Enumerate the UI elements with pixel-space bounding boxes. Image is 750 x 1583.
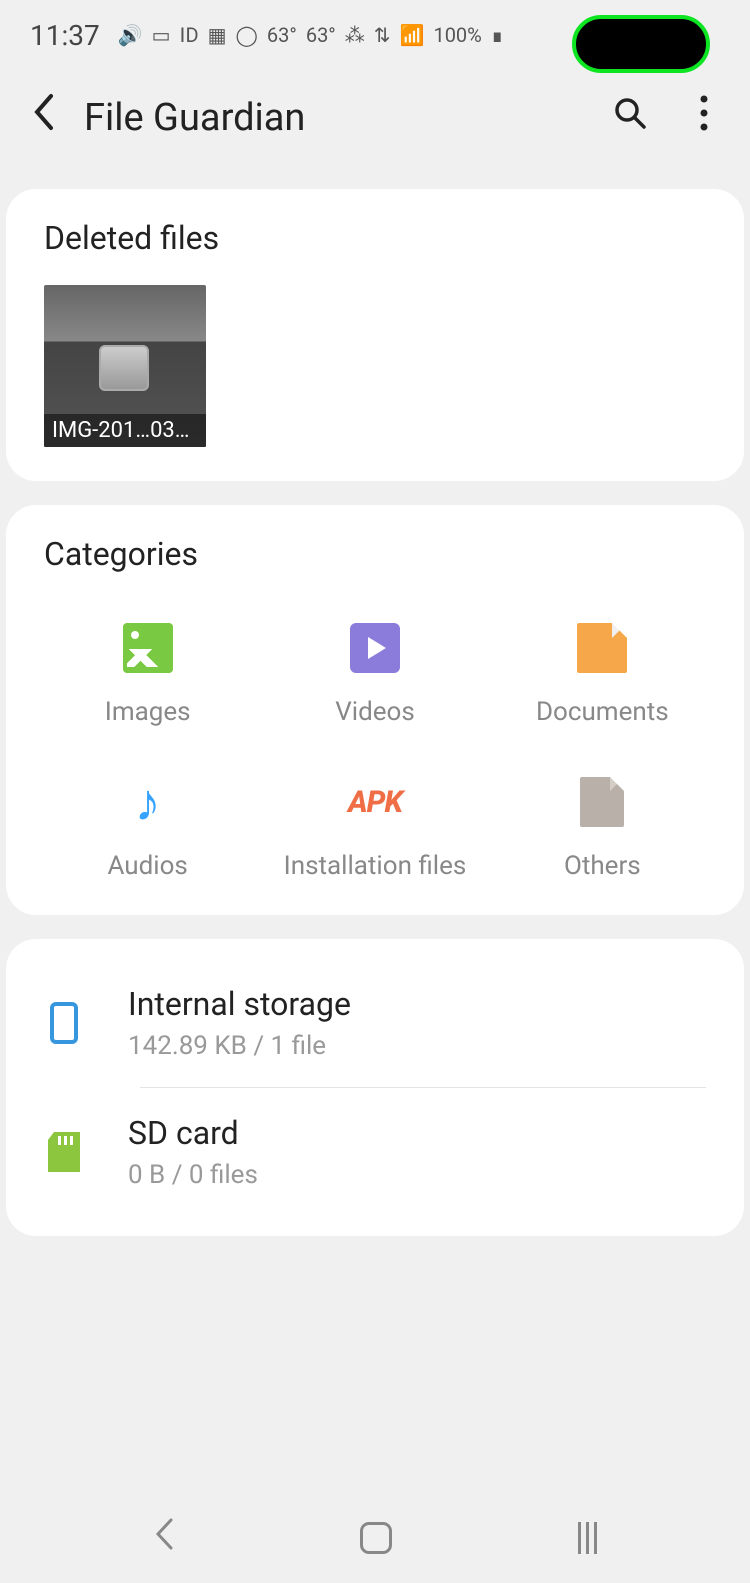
storage-detail: 0 B / 0 files — [128, 1160, 258, 1190]
deleted-thumbnails: IMG-201…036.jpg — [44, 285, 706, 447]
app-header: File Guardian — [0, 70, 750, 165]
id-icon: ⅠD — [180, 23, 199, 47]
more-button[interactable] — [688, 95, 720, 140]
category-label: Others — [564, 851, 641, 881]
images-icon — [123, 623, 173, 673]
audio-icon: ♪ — [123, 777, 173, 827]
status-time: 11:37 — [30, 19, 100, 52]
deleted-files-card: Deleted files IMG-201…036.jpg — [6, 189, 744, 481]
category-label: Images — [105, 697, 191, 727]
documents-icon — [577, 623, 627, 673]
category-grid: Images Videos Documents ♪ Audios APK Ins… — [44, 623, 706, 881]
status-icons: 🔊 ▭ ⅠD ▦ ◯ 63° 63° ⁂ ⇅ 📶 100% ∎ — [118, 23, 504, 47]
photo-icon: ▦ — [208, 23, 227, 47]
category-label: Installation files — [284, 851, 467, 881]
storage-sdcard[interactable]: SD card 0 B / 0 files — [44, 1088, 706, 1216]
battery-icon: ∎ — [491, 23, 504, 47]
category-audios[interactable]: ♪ Audios — [44, 777, 251, 881]
nav-home-button[interactable] — [360, 1522, 392, 1554]
storage-detail: 142.89 KB / 1 file — [128, 1031, 351, 1061]
bluetooth-icon: ⁂ — [345, 23, 365, 47]
category-others[interactable]: Others — [499, 777, 706, 881]
search-button[interactable] — [600, 94, 660, 141]
storage-internal[interactable]: Internal storage 142.89 KB / 1 file — [44, 959, 706, 1087]
nav-recent-button[interactable] — [578, 1522, 597, 1554]
card-icon: ▭ — [152, 23, 171, 47]
data-icon: ⇅ — [374, 23, 391, 47]
page-title: File Guardian — [84, 96, 572, 140]
category-images[interactable]: Images — [44, 623, 251, 727]
temp1: 63° — [267, 23, 297, 47]
front-camera-cutout — [572, 15, 710, 73]
deleted-file-thumb[interactable]: IMG-201…036.jpg — [44, 285, 206, 447]
storage-name: SD card — [128, 1114, 258, 1152]
storage-name: Internal storage — [128, 985, 351, 1023]
deleted-files-title: Deleted files — [44, 219, 706, 257]
phone-icon — [44, 1002, 84, 1044]
categories-card: Categories Images Videos Documents ♪ Aud… — [6, 505, 744, 915]
category-label: Documents — [536, 697, 669, 727]
back-button[interactable] — [30, 92, 56, 143]
volume-icon: 🔊 — [118, 23, 143, 47]
temp2: 63° — [306, 23, 336, 47]
apk-icon: APK — [350, 777, 400, 827]
category-installation-files[interactable]: APK Installation files — [271, 777, 478, 881]
category-label: Videos — [335, 697, 415, 727]
status-bar: 11:37 🔊 ▭ ⅠD ▦ ◯ 63° 63° ⁂ ⇅ 📶 100% ∎ — [0, 0, 750, 70]
category-documents[interactable]: Documents — [499, 623, 706, 727]
storage-card: Internal storage 142.89 KB / 1 file SD c… — [6, 939, 744, 1236]
thumb-caption: IMG-201…036.jpg — [44, 414, 206, 447]
whatsapp-icon: ◯ — [235, 23, 257, 47]
videos-icon — [350, 623, 400, 673]
categories-title: Categories — [44, 535, 706, 573]
category-videos[interactable]: Videos — [271, 623, 478, 727]
nav-back-button[interactable] — [153, 1517, 175, 1560]
category-label: Audios — [107, 851, 187, 881]
sdcard-icon — [44, 1132, 84, 1172]
others-icon — [580, 777, 624, 827]
navigation-bar — [0, 1493, 750, 1583]
battery-pct: 100% — [433, 23, 481, 47]
signal-icon: 📶 — [400, 23, 425, 47]
